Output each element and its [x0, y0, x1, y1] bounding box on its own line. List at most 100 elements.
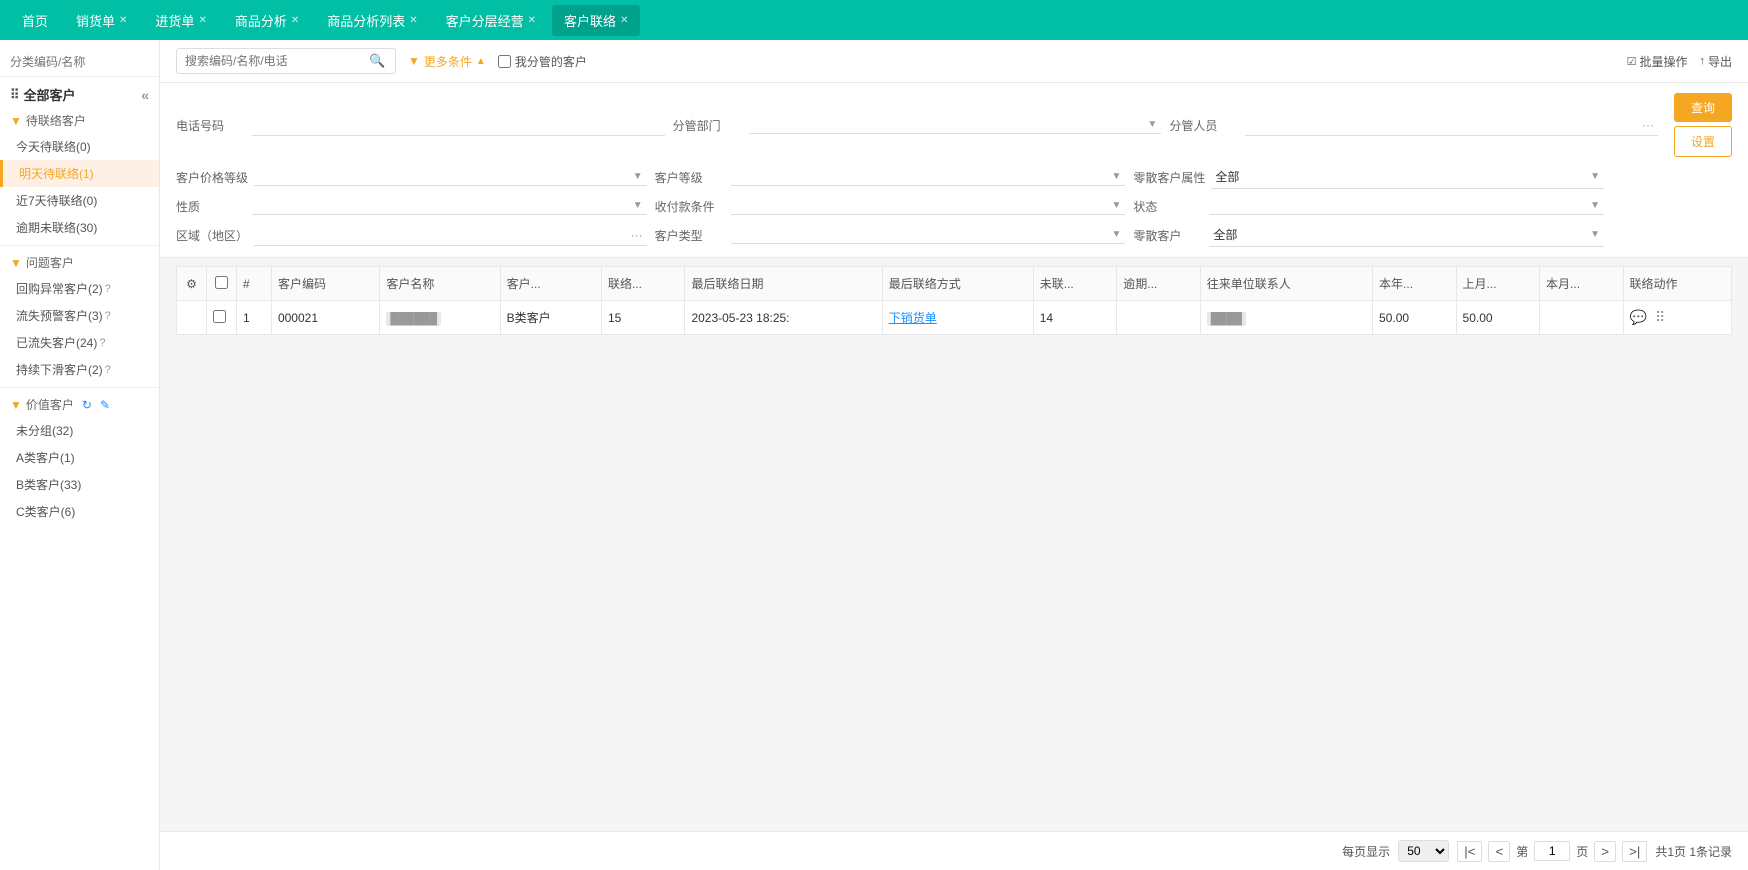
- batch-op-btn[interactable]: ☑ 批量操作: [1627, 53, 1688, 70]
- sidebar-item-c-class[interactable]: C类客户(6): [0, 498, 159, 525]
- filter-row-4: 区域（地区） ··· 客户类型 ▼ 零散客户 全部 ▼: [176, 223, 1732, 247]
- filter-retail-customer-select[interactable]: 全部 ▼: [1209, 223, 1604, 247]
- last-page-btn[interactable]: >|: [1622, 841, 1647, 862]
- col-overdue: 逾期...: [1117, 267, 1201, 301]
- nav-close-purchase[interactable]: ✕: [198, 15, 206, 26]
- sidebar-item-overdue[interactable]: 逾期未联络(30): [0, 214, 159, 241]
- sidebar-item-churned[interactable]: 已流失客户(24) ?: [0, 329, 159, 356]
- filter-row-3: 性质 ▼ 收付款条件 ▼ 状态: [176, 197, 1732, 215]
- col-gear[interactable]: ⚙: [177, 267, 207, 301]
- sidebar-item-7days[interactable]: 近7天待联络(0): [0, 187, 159, 214]
- row-gear-cell: [177, 301, 207, 335]
- per-page-select[interactable]: 50 100 200: [1398, 840, 1449, 862]
- table-header-row: ⚙ # 客户编码 客户名称 客户... 联络...: [177, 267, 1732, 301]
- nav-purchase-order[interactable]: 进货单 ✕: [143, 5, 218, 36]
- filter-gender-select[interactable]: ▼: [252, 197, 647, 215]
- check-all[interactable]: [215, 276, 228, 289]
- sidebar-search-input[interactable]: [10, 55, 160, 69]
- filter-price-level-select[interactable]: ▼: [254, 168, 647, 186]
- row-type-cell: B类客户: [500, 301, 601, 335]
- value-group-edit[interactable]: ✎: [100, 398, 110, 412]
- filter-phone-input[interactable]: [252, 115, 665, 136]
- row-unit-contact-cell: ████: [1200, 301, 1372, 335]
- pending-group-label: ▼ 待联络客户: [0, 108, 159, 133]
- nav-home[interactable]: 首页: [10, 5, 60, 36]
- export-btn[interactable]: ↑ 导出: [1699, 53, 1732, 70]
- col-this-month: 本月...: [1540, 267, 1624, 301]
- search-input[interactable]: [185, 54, 365, 68]
- filter-payment-select[interactable]: ▼: [731, 197, 1126, 215]
- row-action-cell: 💬 ⠿: [1623, 301, 1731, 335]
- sidebar-item-tomorrow[interactable]: 明天待联络(1): [0, 160, 159, 187]
- action-chat-icon[interactable]: 💬: [1630, 309, 1647, 326]
- my-customers-checkbox[interactable]: 我分管的客户: [498, 53, 587, 70]
- nav-product-analysis-list[interactable]: 商品分析列表 ✕: [315, 5, 429, 36]
- query-btn[interactable]: 查询: [1674, 93, 1732, 122]
- nav-sales-order[interactable]: 销货单 ✕: [64, 5, 139, 36]
- more-filters-btn[interactable]: ▼ 更多条件 ▲: [408, 53, 486, 70]
- sidebar-item-declining[interactable]: 持续下滑客户(2) ?: [0, 356, 159, 383]
- next-page-btn[interactable]: >: [1594, 841, 1616, 862]
- table-container: ⚙ # 客户编码 客户名称 客户... 联络...: [160, 258, 1748, 831]
- filter-retail-attr-select[interactable]: 全部 ▼: [1211, 165, 1604, 189]
- value-group-refresh[interactable]: ↻: [82, 398, 92, 412]
- filter-division-dept-select[interactable]: ▼: [749, 116, 1162, 134]
- col-last-month: 上月...: [1456, 267, 1540, 301]
- row-check-cell: [207, 301, 237, 335]
- my-customers-check[interactable]: [498, 55, 511, 68]
- sidebar-item-repurchase-anomaly[interactable]: 回购异常客户(2) ?: [0, 275, 159, 302]
- row-code-cell: 000021: [271, 301, 379, 335]
- filter-retail-attr: 零散客户属性 全部 ▼: [1133, 165, 1604, 189]
- search-input-wrap: 🔍: [176, 48, 396, 74]
- filter-customer-type: 客户类型 ▼: [655, 226, 1126, 244]
- col-last-method: 最后联络方式: [882, 267, 1033, 301]
- col-not-contacted: 未联...: [1033, 267, 1117, 301]
- sidebar-item-ungrouped[interactable]: 未分组(32): [0, 417, 159, 444]
- page-input[interactable]: [1534, 841, 1570, 861]
- nav-close-product-list[interactable]: ✕: [409, 15, 417, 26]
- sidebar-search-wrap: 🔍: [0, 48, 159, 77]
- filter-gender: 性质 ▼: [176, 197, 647, 215]
- col-contact-count: 联络...: [601, 267, 685, 301]
- first-page-btn[interactable]: |<: [1457, 841, 1482, 862]
- col-type: 客户...: [500, 267, 601, 301]
- filter-customer-type-select[interactable]: ▼: [731, 226, 1126, 244]
- search-icon[interactable]: 🔍: [369, 53, 385, 69]
- filter-status: 状态 ▼: [1133, 197, 1604, 215]
- search-bar: 🔍 ▼ 更多条件 ▲ 我分管的客户 ☑ 批量操作 ↑ 导出: [160, 40, 1748, 83]
- action-grid-icon[interactable]: ⠿: [1655, 309, 1665, 326]
- all-customers-section: ⠿ 全部客户 «: [0, 77, 159, 108]
- nav-close-product-analysis[interactable]: ✕: [291, 15, 299, 26]
- nav-close-customer-contact[interactable]: ✕: [620, 15, 628, 26]
- col-name: 客户名称: [380, 267, 500, 301]
- sidebar-item-a-class[interactable]: A类客户(1): [0, 444, 159, 471]
- sidebar-item-today[interactable]: 今天待联络(0): [0, 133, 159, 160]
- nav-customer-tier[interactable]: 客户分层经营 ✕: [434, 5, 548, 36]
- customer-table: ⚙ # 客户编码 客户名称 客户... 联络...: [176, 266, 1732, 335]
- filter-customer-level-select[interactable]: ▼: [731, 168, 1126, 186]
- sidebar-collapse-icon[interactable]: «: [141, 87, 149, 103]
- row-last-date-cell: 2023-05-23 18:25:: [685, 301, 882, 335]
- last-method-link[interactable]: 下销货单: [889, 311, 937, 325]
- prev-page-btn[interactable]: <: [1488, 841, 1510, 862]
- footer: 每页显示 50 100 200 |< < 第 页 > >| 共1页 1条记录: [160, 831, 1748, 870]
- sidebar-item-churn-warning[interactable]: 流失预警客户(3) ?: [0, 302, 159, 329]
- sidebar: 🔍 ⠿ 全部客户 « ▼ 待联络客户 今天待联络(0) 明天待联络(1) 近7天…: [0, 40, 160, 870]
- nav-close-customer-tier[interactable]: ✕: [528, 15, 536, 26]
- row-check[interactable]: [213, 310, 226, 323]
- nav-close-sales[interactable]: ✕: [119, 15, 127, 26]
- filter-status-select[interactable]: ▼: [1209, 197, 1604, 215]
- set-btn[interactable]: 设置: [1674, 126, 1732, 157]
- filter-panel: 电话号码 分管部门 ▼ 分管人员 ··· 查询: [160, 83, 1748, 258]
- sidebar-item-b-class[interactable]: B类客户(33): [0, 471, 159, 498]
- row-name-cell: ██████: [380, 301, 500, 335]
- nav-customer-contact[interactable]: 客户联络 ✕: [552, 5, 640, 36]
- region-expand[interactable]: ···: [631, 228, 643, 242]
- filter-region: 区域（地区） ···: [176, 225, 647, 246]
- filter-row-1: 电话号码 分管部门 ▼ 分管人员 ··· 查询: [176, 93, 1732, 157]
- division-person-expand[interactable]: ···: [1642, 118, 1654, 132]
- table-row: 1 000021 ██████ B类客户 15 2023-05-23 18:25…: [177, 301, 1732, 335]
- unit-contact-blur: ████: [1207, 312, 1246, 326]
- nav-product-analysis[interactable]: 商品分析 ✕: [223, 5, 311, 36]
- row-last-method-cell: 下销货单: [882, 301, 1033, 335]
